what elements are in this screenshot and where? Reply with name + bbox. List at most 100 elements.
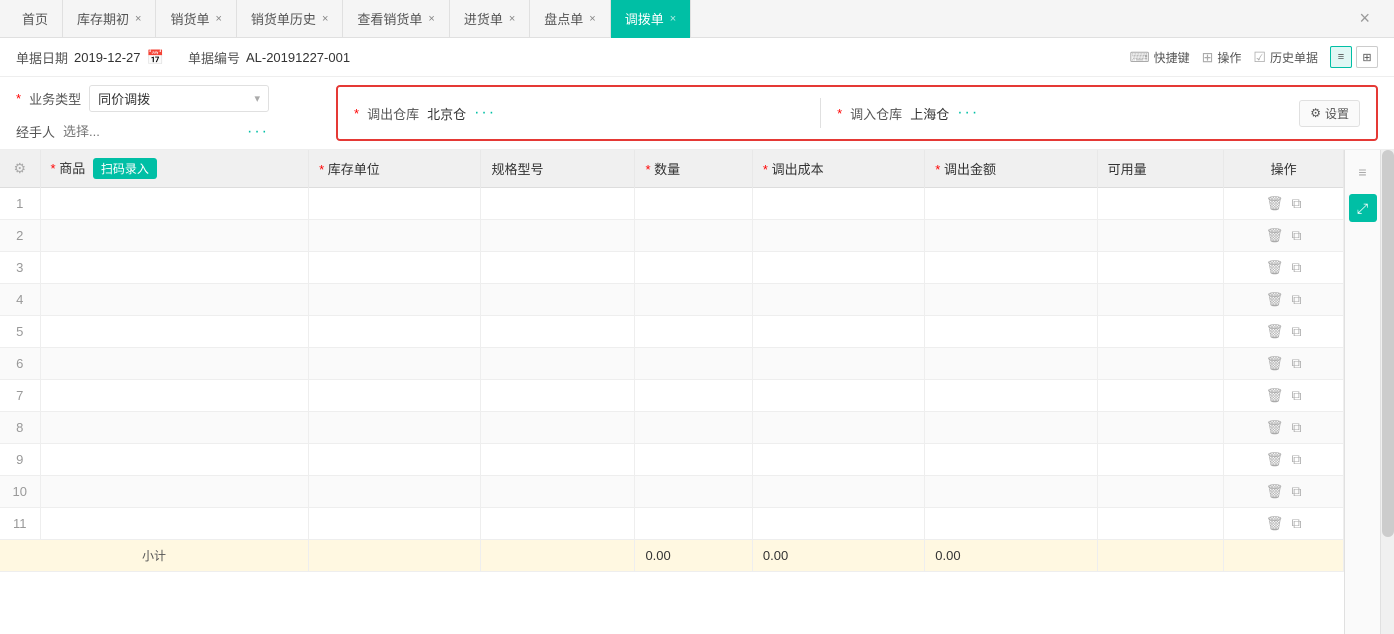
delete-icon[interactable]: 🗑 <box>1266 259 1284 276</box>
row-available[interactable] <box>1097 508 1224 540</box>
row-amount[interactable] <box>925 412 1097 444</box>
sidebar-list-icon[interactable]: ≡ <box>1349 158 1377 186</box>
tab-view-sales-close[interactable]: × <box>428 13 434 25</box>
row-cost[interactable] <box>752 412 924 444</box>
tab-home[interactable]: 首页 <box>8 0 63 38</box>
scan-button[interactable]: 扫码录入 <box>93 158 157 179</box>
gear-icon[interactable]: ⚙ <box>13 160 26 176</box>
row-unit[interactable] <box>309 476 481 508</box>
row-cost[interactable] <box>752 380 924 412</box>
row-unit[interactable] <box>309 380 481 412</box>
row-cost[interactable] <box>752 220 924 252</box>
row-quantity[interactable] <box>635 284 752 316</box>
delete-icon[interactable]: 🗑 <box>1266 195 1284 212</box>
warehouse-out-more-button[interactable]: ··· <box>474 104 496 122</box>
copy-icon[interactable]: ⧉ <box>1291 227 1301 244</box>
window-close-button[interactable]: × <box>1351 4 1378 33</box>
row-amount[interactable] <box>925 476 1097 508</box>
row-spec[interactable] <box>481 252 635 284</box>
delete-icon[interactable]: 🗑 <box>1266 451 1284 468</box>
row-product[interactable] <box>40 508 309 540</box>
tab-inventory-init-close[interactable]: × <box>135 13 141 25</box>
row-amount[interactable] <box>925 220 1097 252</box>
tab-transfer[interactable]: 调拨单 × <box>611 0 691 38</box>
row-spec[interactable] <box>481 476 635 508</box>
row-product[interactable] <box>40 252 309 284</box>
settings-button[interactable]: ⚙ 设置 <box>1299 100 1360 127</box>
copy-icon[interactable]: ⧉ <box>1291 419 1301 436</box>
row-quantity[interactable] <box>635 508 752 540</box>
row-spec[interactable] <box>481 508 635 540</box>
operation-button[interactable]: ⊞ 操作 <box>1202 49 1242 66</box>
row-product[interactable] <box>40 444 309 476</box>
row-product[interactable] <box>40 348 309 380</box>
business-type-select[interactable]: 同价调拨 ▾ <box>89 85 269 112</box>
warehouse-in-more-button[interactable]: ··· <box>957 104 979 122</box>
row-product[interactable] <box>40 380 309 412</box>
row-spec[interactable] <box>481 444 635 476</box>
copy-icon[interactable]: ⧉ <box>1291 515 1301 532</box>
row-cost[interactable] <box>752 316 924 348</box>
row-unit[interactable] <box>309 188 481 220</box>
row-cost[interactable] <box>752 444 924 476</box>
row-amount[interactable] <box>925 348 1097 380</box>
row-available[interactable] <box>1097 252 1224 284</box>
row-product[interactable] <box>40 476 309 508</box>
row-cost[interactable] <box>752 284 924 316</box>
copy-icon[interactable]: ⧉ <box>1291 451 1301 468</box>
copy-icon[interactable]: ⧉ <box>1291 291 1301 308</box>
row-cost[interactable] <box>752 476 924 508</box>
copy-icon[interactable]: ⧉ <box>1291 195 1301 212</box>
tab-purchase-close[interactable]: × <box>509 13 515 25</box>
row-amount[interactable] <box>925 252 1097 284</box>
row-available[interactable] <box>1097 412 1224 444</box>
row-product[interactable] <box>40 188 309 220</box>
row-available[interactable] <box>1097 284 1224 316</box>
copy-icon[interactable]: ⧉ <box>1291 259 1301 276</box>
delete-icon[interactable]: 🗑 <box>1266 419 1284 436</box>
row-spec[interactable] <box>481 380 635 412</box>
row-amount[interactable] <box>925 188 1097 220</box>
row-quantity[interactable] <box>635 412 752 444</box>
row-available[interactable] <box>1097 220 1224 252</box>
tab-purchase[interactable]: 进货单 × <box>450 0 530 38</box>
row-cost[interactable] <box>752 508 924 540</box>
row-unit[interactable] <box>309 220 481 252</box>
row-quantity[interactable] <box>635 476 752 508</box>
row-quantity[interactable] <box>635 348 752 380</box>
row-unit[interactable] <box>309 412 481 444</box>
row-available[interactable] <box>1097 476 1224 508</box>
row-unit[interactable] <box>309 316 481 348</box>
row-available[interactable] <box>1097 188 1224 220</box>
delete-icon[interactable]: 🗑 <box>1266 387 1284 404</box>
delete-icon[interactable]: 🗑 <box>1266 515 1284 532</box>
tab-sales-history[interactable]: 销货单历史 × <box>237 0 343 38</box>
row-quantity[interactable] <box>635 188 752 220</box>
sidebar-expand-icon[interactable]: ⤢ <box>1349 194 1377 222</box>
row-available[interactable] <box>1097 316 1224 348</box>
tab-sales-order-close[interactable]: × <box>215 13 221 25</box>
handler-more-button[interactable]: ··· <box>247 123 269 141</box>
row-cost[interactable] <box>752 188 924 220</box>
row-spec[interactable] <box>481 220 635 252</box>
tab-inventory-close[interactable]: × <box>589 13 595 25</box>
row-available[interactable] <box>1097 380 1224 412</box>
row-unit[interactable] <box>309 444 481 476</box>
layout-list-icon[interactable]: ≡ <box>1330 46 1352 68</box>
row-unit[interactable] <box>309 252 481 284</box>
row-available[interactable] <box>1097 348 1224 380</box>
row-amount[interactable] <box>925 508 1097 540</box>
row-product[interactable] <box>40 284 309 316</box>
row-product[interactable] <box>40 220 309 252</box>
row-spec[interactable] <box>481 284 635 316</box>
row-amount[interactable] <box>925 380 1097 412</box>
row-unit[interactable] <box>309 508 481 540</box>
row-available[interactable] <box>1097 444 1224 476</box>
copy-icon[interactable]: ⧉ <box>1291 323 1301 340</box>
row-quantity[interactable] <box>635 220 752 252</box>
row-amount[interactable] <box>925 284 1097 316</box>
row-quantity[interactable] <box>635 252 752 284</box>
row-spec[interactable] <box>481 188 635 220</box>
copy-icon[interactable]: ⧉ <box>1291 483 1301 500</box>
layout-grid-icon[interactable]: ⊞ <box>1356 46 1378 68</box>
